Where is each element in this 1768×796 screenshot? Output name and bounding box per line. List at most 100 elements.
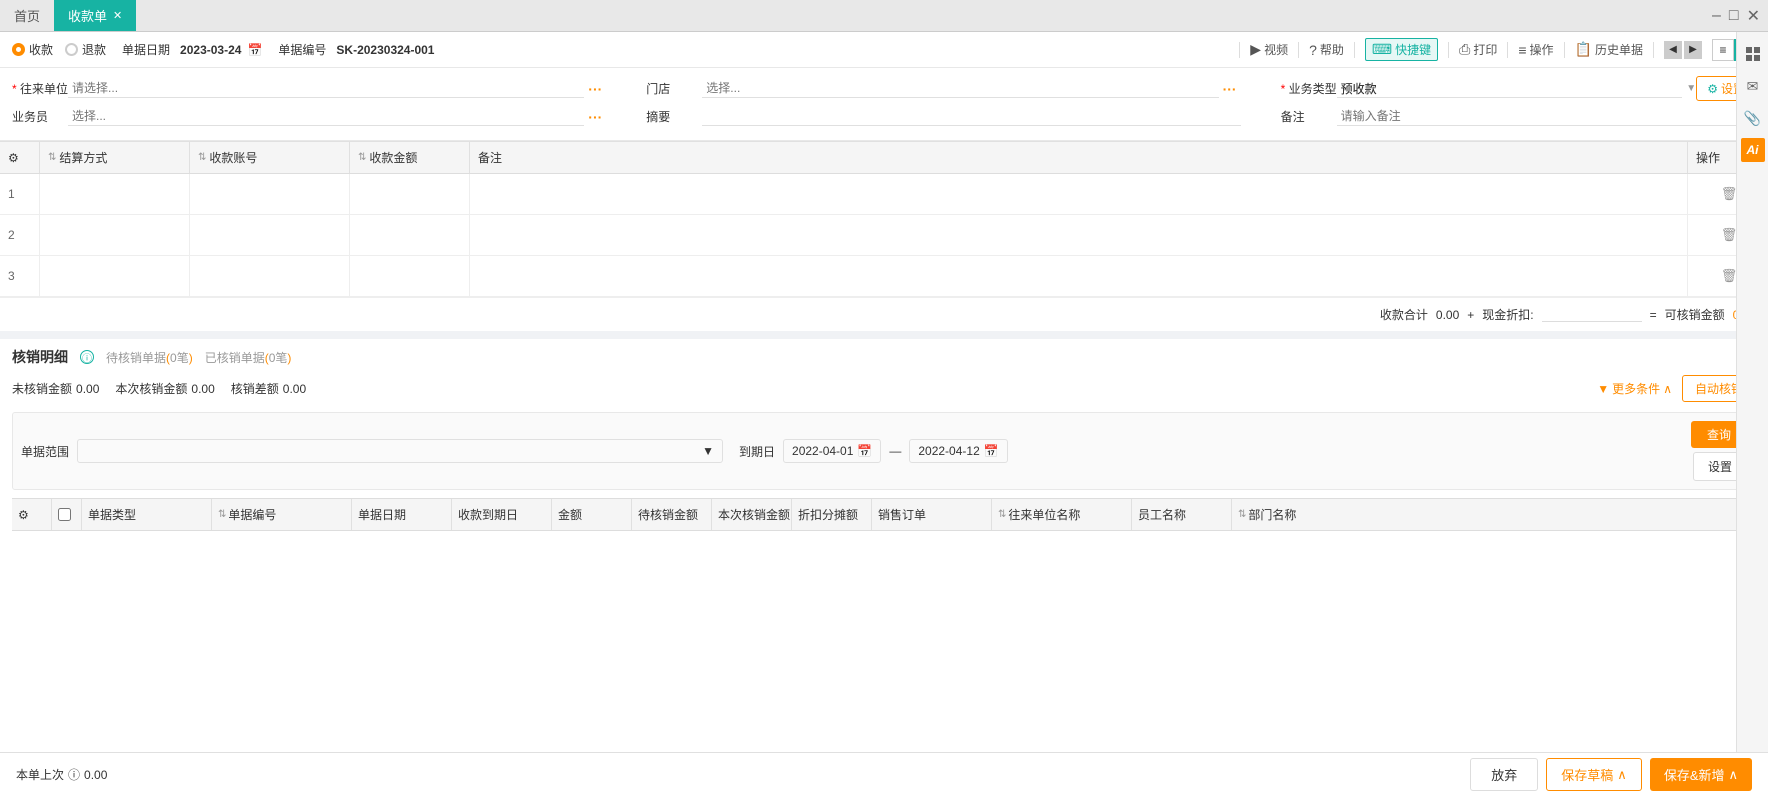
calendar-icon[interactable]: 📅	[247, 43, 262, 57]
discount-input[interactable]	[1542, 307, 1642, 322]
calendar-to-icon: 📅	[984, 444, 999, 458]
bth-settings[interactable]: ⚙	[12, 499, 52, 530]
nav-arrows: ◀ ▶	[1664, 41, 1702, 59]
th-payment-method: ⇅ 结算方式	[40, 142, 190, 173]
store-more-icon[interactable]: ···	[1219, 81, 1241, 97]
select-all-checkbox[interactable]	[58, 508, 71, 521]
history-btn[interactable]: 📋 历史单据	[1575, 41, 1643, 58]
row3-num: 3	[0, 256, 40, 296]
receipt-table: ⚙ ⇅ 结算方式 ⇅ 收款账号 ⇅ 收款金额 备注 操作	[0, 141, 1768, 297]
biz-type-field: 业务类型 预收款 ▼ ⚙ 设置	[1281, 76, 1756, 101]
sidebar-ai-icon[interactable]: Ai	[1741, 138, 1765, 162]
window-minimize-icon[interactable]: –	[1712, 7, 1721, 25]
biz-type-input[interactable]	[1337, 79, 1683, 98]
tab-close-icon[interactable]: ✕	[113, 9, 122, 22]
row1-account[interactable]	[190, 174, 350, 214]
sidebar-attach-icon[interactable]: 📎	[1741, 106, 1765, 130]
bth-dept: ⇅ 部门名称	[1232, 499, 1332, 530]
window-maximize-icon[interactable]: □	[1729, 7, 1739, 25]
summary-field: 摘要	[646, 107, 1240, 126]
salesman-more-icon[interactable]: ···	[584, 109, 606, 125]
row1-method[interactable]	[40, 174, 190, 214]
save-new-btn[interactable]: 保存&新增 ∧	[1650, 758, 1752, 791]
list-view-btn[interactable]: ≡	[1712, 39, 1734, 61]
top-toolbar: 收款 退款 单据日期 2023-03-24 📅 单据编号 SK-20230324…	[0, 32, 1768, 68]
date-to-picker[interactable]: 2022-04-12 📅	[909, 439, 1007, 463]
help-icon: ?	[1309, 42, 1317, 58]
range-label: 单据范围	[21, 443, 69, 460]
bth-due-date: 收款到期日	[452, 499, 552, 530]
th-settings[interactable]: ⚙	[0, 142, 40, 173]
row1-num: 1	[0, 174, 40, 214]
toolbar-right: ▶ 视频 ? 帮助 ⌨ 快捷键 ⎙ 打印 ≡ 操作	[1239, 38, 1756, 61]
counterpart-input[interactable]	[68, 79, 584, 98]
row1-amount[interactable]	[350, 174, 470, 214]
form-row-1: 往来单位 ··· 门店 ··· 业务类型 预收款 ▼	[12, 76, 1756, 101]
receipt-radio[interactable]: 收款	[12, 41, 53, 58]
operation-btn[interactable]: ≡ 操作	[1518, 41, 1553, 58]
table-row: 3 🗑 ⧉	[0, 256, 1768, 297]
operation-icon: ≡	[1518, 42, 1526, 58]
date-from-picker[interactable]: 2022-04-01 📅	[783, 439, 881, 463]
print-btn[interactable]: ⎙ 打印	[1459, 41, 1497, 58]
bth-this-amount: 本次核销金额	[712, 499, 792, 530]
bth-doc-date: 单据日期	[352, 499, 452, 530]
nav-next-arrow[interactable]: ▶	[1684, 41, 1702, 59]
range-select[interactable]: ▼	[77, 439, 723, 463]
row1-remark[interactable]	[470, 174, 1688, 214]
window-close-icon[interactable]: ✕	[1747, 6, 1760, 26]
tab-bar: 首页 收款单 ✕ – □ ✕	[0, 0, 1768, 32]
shortcut-btn[interactable]: ⌨ 快捷键	[1365, 38, 1438, 61]
done-tab[interactable]: 已核销单据(0笔)	[205, 349, 292, 366]
refund-radio-circle	[65, 43, 78, 56]
refund-radio[interactable]: 退款	[65, 41, 106, 58]
abandon-btn[interactable]: 放弃	[1470, 758, 1538, 791]
nav-prev-arrow[interactable]: ◀	[1664, 41, 1682, 59]
video-icon: ▶	[1250, 41, 1261, 58]
biz-type-arrow-icon[interactable]: ▼	[1686, 83, 1696, 94]
row3-remark[interactable]	[470, 256, 1688, 296]
bth-checkbox[interactable]	[52, 499, 82, 530]
date-filter: 到期日 2022-04-01 📅 — 2022-04-12 📅	[739, 439, 1675, 463]
range-dropdown-icon: ▼	[702, 444, 714, 458]
help-btn[interactable]: ? 帮助	[1309, 41, 1344, 58]
main-content: 收款 退款 单据日期 2023-03-24 📅 单据编号 SK-20230324…	[0, 32, 1768, 796]
tab-home[interactable]: 首页	[0, 0, 54, 31]
section-divider	[0, 331, 1768, 339]
bth-pending-amount: 待核销金额	[632, 499, 712, 530]
stat-this-amount: 本次核销金额 0.00	[115, 380, 214, 397]
row2-account[interactable]	[190, 215, 350, 255]
summary-input[interactable]	[702, 107, 1240, 126]
remark-label: 备注	[1281, 108, 1337, 125]
verif-info-icon[interactable]: ⓘ	[80, 350, 94, 364]
pending-tab[interactable]: 待核销单据(0笔)	[106, 349, 193, 366]
bth-doc-no: ⇅ 单据编号	[212, 499, 352, 530]
counterpart-more-icon[interactable]: ···	[584, 81, 606, 97]
tab-receipt[interactable]: 收款单 ✕	[54, 0, 136, 31]
th-amount: ⇅ 收款金额	[350, 142, 470, 173]
row3-account[interactable]	[190, 256, 350, 296]
biz-type-select: 预收款 ▼	[1337, 79, 1697, 98]
sidebar-table-icon[interactable]	[1741, 42, 1765, 66]
summary-row: 收款合计 0.00 + 现金折扣: = 可核销金额 0.00	[0, 297, 1768, 331]
row2-amount[interactable]	[350, 215, 470, 255]
bottom-info: 本单上次 ⓘ 0.00	[16, 766, 107, 783]
row3-method[interactable]	[40, 256, 190, 296]
remark-input[interactable]	[1337, 107, 1756, 126]
more-conditions-btn[interactable]: ▼ 更多条件 ∧	[1597, 380, 1672, 397]
sidebar-email-icon[interactable]: ✉	[1741, 74, 1765, 98]
row3-amount[interactable]	[350, 256, 470, 296]
remark-field: 备注	[1281, 107, 1756, 126]
store-input[interactable]	[702, 79, 1218, 98]
salesman-input[interactable]	[68, 107, 584, 126]
salesman-field: 业务员 ···	[12, 107, 606, 126]
save-draft-btn[interactable]: 保存草稿 ∧	[1546, 758, 1642, 791]
row2-method[interactable]	[40, 215, 190, 255]
table-row: 2 🗑 ⧉	[0, 215, 1768, 256]
row2-remark[interactable]	[470, 215, 1688, 255]
bottom-info-icon: ⓘ	[68, 766, 80, 783]
bottom-bar: 本单上次 ⓘ 0.00 放弃 保存草稿 ∧ 保存&新增 ∧	[0, 752, 1768, 796]
video-btn[interactable]: ▶ 视频	[1250, 41, 1288, 58]
table-header: ⚙ ⇅ 结算方式 ⇅ 收款账号 ⇅ 收款金额 备注 操作	[0, 142, 1768, 174]
salesman-label: 业务员	[12, 108, 68, 125]
